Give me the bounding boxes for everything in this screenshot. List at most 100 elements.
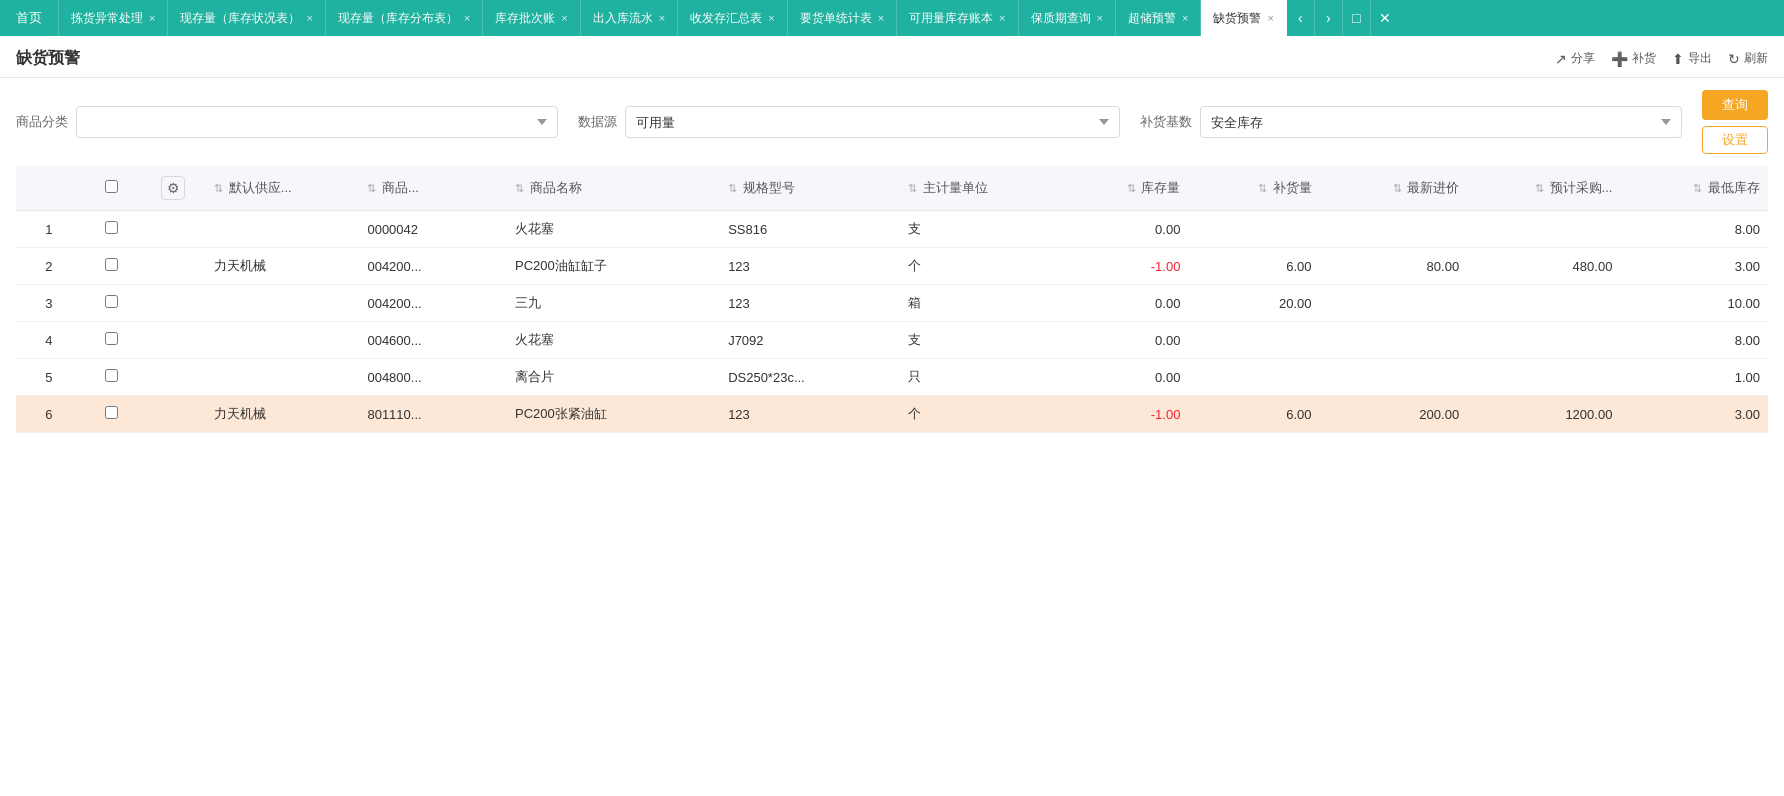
- col-header-supplier[interactable]: ⇅ 默认供应...: [206, 166, 359, 211]
- cell-stock: 0.00: [1057, 285, 1188, 322]
- cell-settings: [141, 359, 207, 396]
- supplement-base-select[interactable]: 安全库存: [1200, 106, 1682, 138]
- tab-1[interactable]: 拣货异常处理 ×: [59, 0, 168, 36]
- cell-check[interactable]: [82, 285, 141, 322]
- cell-name: 离合片: [507, 359, 720, 396]
- cell-name: 火花塞: [507, 211, 720, 248]
- row-checkbox[interactable]: [105, 332, 118, 345]
- row-checkbox[interactable]: [105, 258, 118, 271]
- tab-home[interactable]: 首页: [0, 0, 59, 36]
- refresh-button[interactable]: ↻ 刷新: [1728, 50, 1768, 67]
- select-all-checkbox[interactable]: [105, 180, 118, 193]
- settings-button[interactable]: 设置: [1702, 126, 1768, 154]
- col-header-spec[interactable]: ⇅ 规格型号: [720, 166, 900, 211]
- tab-restore[interactable]: □: [1343, 0, 1371, 36]
- cell-num: 4: [16, 322, 82, 359]
- tab-4-label: 库存批次账: [495, 10, 555, 27]
- datasource-select[interactable]: 可用量: [625, 106, 1120, 138]
- cell-check[interactable]: [82, 359, 141, 396]
- supplement-label: 补货: [1632, 50, 1656, 67]
- row-checkbox[interactable]: [105, 295, 118, 308]
- tab-9-close[interactable]: ×: [1097, 12, 1103, 24]
- tab-7[interactable]: 要货单统计表 ×: [788, 0, 897, 36]
- refresh-label: 刷新: [1744, 50, 1768, 67]
- cell-price: 200.00: [1320, 396, 1468, 433]
- table-row: 6 力天机械 801110... PC200张紧油缸 123 个 -1.00 6…: [16, 396, 1768, 433]
- col-header-name[interactable]: ⇅ 商品名称: [507, 166, 720, 211]
- share-button[interactable]: ↗ 分享: [1555, 50, 1595, 67]
- tab-3-label: 现存量（库存分布表）: [338, 10, 458, 27]
- tab-4[interactable]: 库存批次账 ×: [483, 0, 580, 36]
- row-checkbox[interactable]: [105, 369, 118, 382]
- supplement-icon: ➕: [1611, 51, 1628, 67]
- tab-3[interactable]: 现存量（库存分布表） ×: [326, 0, 483, 36]
- cell-name: 三九: [507, 285, 720, 322]
- row-checkbox[interactable]: [105, 406, 118, 419]
- col-supplier-label: 默认供应...: [229, 180, 292, 195]
- cell-unit: 个: [900, 396, 1057, 433]
- tab-10-close[interactable]: ×: [1182, 12, 1188, 24]
- tab-1-close[interactable]: ×: [149, 12, 155, 24]
- tab-6-close[interactable]: ×: [768, 12, 774, 24]
- tab-2-close[interactable]: ×: [306, 12, 312, 24]
- supplier-sort-icon: ⇅: [214, 182, 223, 194]
- col-header-minstock[interactable]: ⇅ 最低库存: [1620, 166, 1768, 211]
- cell-stock: 0.00: [1057, 322, 1188, 359]
- col-spec-label: 规格型号: [743, 180, 795, 195]
- col-header-price[interactable]: ⇅ 最新进价: [1320, 166, 1468, 211]
- cell-check[interactable]: [82, 322, 141, 359]
- tab-5[interactable]: 出入库流水 ×: [581, 0, 678, 36]
- cell-price: 80.00: [1320, 248, 1468, 285]
- col-header-unit[interactable]: ⇅ 主计量单位: [900, 166, 1057, 211]
- cell-purchase: [1467, 322, 1620, 359]
- filter-supplement-base: 补货基数 安全库存: [1140, 106, 1682, 138]
- col-header-purchase[interactable]: ⇅ 预计采购...: [1467, 166, 1620, 211]
- col-header-code[interactable]: ⇅ 商品...: [359, 166, 507, 211]
- category-select[interactable]: [76, 106, 558, 138]
- cell-num: 1: [16, 211, 82, 248]
- cell-supplement: [1188, 211, 1319, 248]
- cell-code: 801110...: [359, 396, 507, 433]
- cell-check[interactable]: [82, 211, 141, 248]
- tab-4-close[interactable]: ×: [561, 12, 567, 24]
- export-icon: ⬆: [1672, 51, 1684, 67]
- cell-code: 004200...: [359, 285, 507, 322]
- tab-8-label: 可用量库存账本: [909, 10, 993, 27]
- tab-nav-prev[interactable]: ‹: [1287, 0, 1315, 36]
- supplement-button[interactable]: ➕ 补货: [1611, 50, 1656, 67]
- tab-6[interactable]: 收发存汇总表 ×: [678, 0, 787, 36]
- cell-check[interactable]: [82, 396, 141, 433]
- col-name-label: 商品名称: [530, 180, 582, 195]
- tab-10[interactable]: 超储预警 ×: [1116, 0, 1201, 36]
- tab-close-all[interactable]: ✕: [1371, 0, 1399, 36]
- tab-3-close[interactable]: ×: [464, 12, 470, 24]
- category-label: 商品分类: [16, 113, 68, 131]
- row-checkbox[interactable]: [105, 221, 118, 234]
- cell-purchase: [1467, 359, 1620, 396]
- tab-1-label: 拣货异常处理: [71, 10, 143, 27]
- table-row: 1 0000042 火花塞 SS816 支 0.00 8.00: [16, 211, 1768, 248]
- tab-9[interactable]: 保质期查询 ×: [1019, 0, 1116, 36]
- datasource-label: 数据源: [578, 113, 617, 131]
- tab-5-close[interactable]: ×: [659, 12, 665, 24]
- cell-check[interactable]: [82, 248, 141, 285]
- tab-11[interactable]: 缺货预警 ×: [1201, 0, 1286, 36]
- cell-supplier: 力天机械: [206, 248, 359, 285]
- col-header-stock[interactable]: ⇅ 库存量: [1057, 166, 1188, 211]
- tab-8-close[interactable]: ×: [999, 12, 1005, 24]
- tab-2[interactable]: 现存量（库存状况表） ×: [168, 0, 325, 36]
- tab-nav-next[interactable]: ›: [1315, 0, 1343, 36]
- export-button[interactable]: ⬆ 导出: [1672, 50, 1712, 67]
- cell-supplier: [206, 211, 359, 248]
- tab-11-close[interactable]: ×: [1267, 12, 1273, 24]
- table-settings-gear[interactable]: ⚙: [161, 176, 185, 200]
- tab-7-label: 要货单统计表: [800, 10, 872, 27]
- query-button[interactable]: 查询: [1702, 90, 1768, 120]
- cell-price: [1320, 359, 1468, 396]
- unit-sort-icon: ⇅: [908, 182, 917, 194]
- tab-8[interactable]: 可用量库存账本 ×: [897, 0, 1018, 36]
- filter-actions: 查询 设置: [1702, 90, 1768, 154]
- col-header-supplement[interactable]: ⇅ 补货量: [1188, 166, 1319, 211]
- tab-7-close[interactable]: ×: [878, 12, 884, 24]
- cell-minstock: 1.00: [1620, 359, 1768, 396]
